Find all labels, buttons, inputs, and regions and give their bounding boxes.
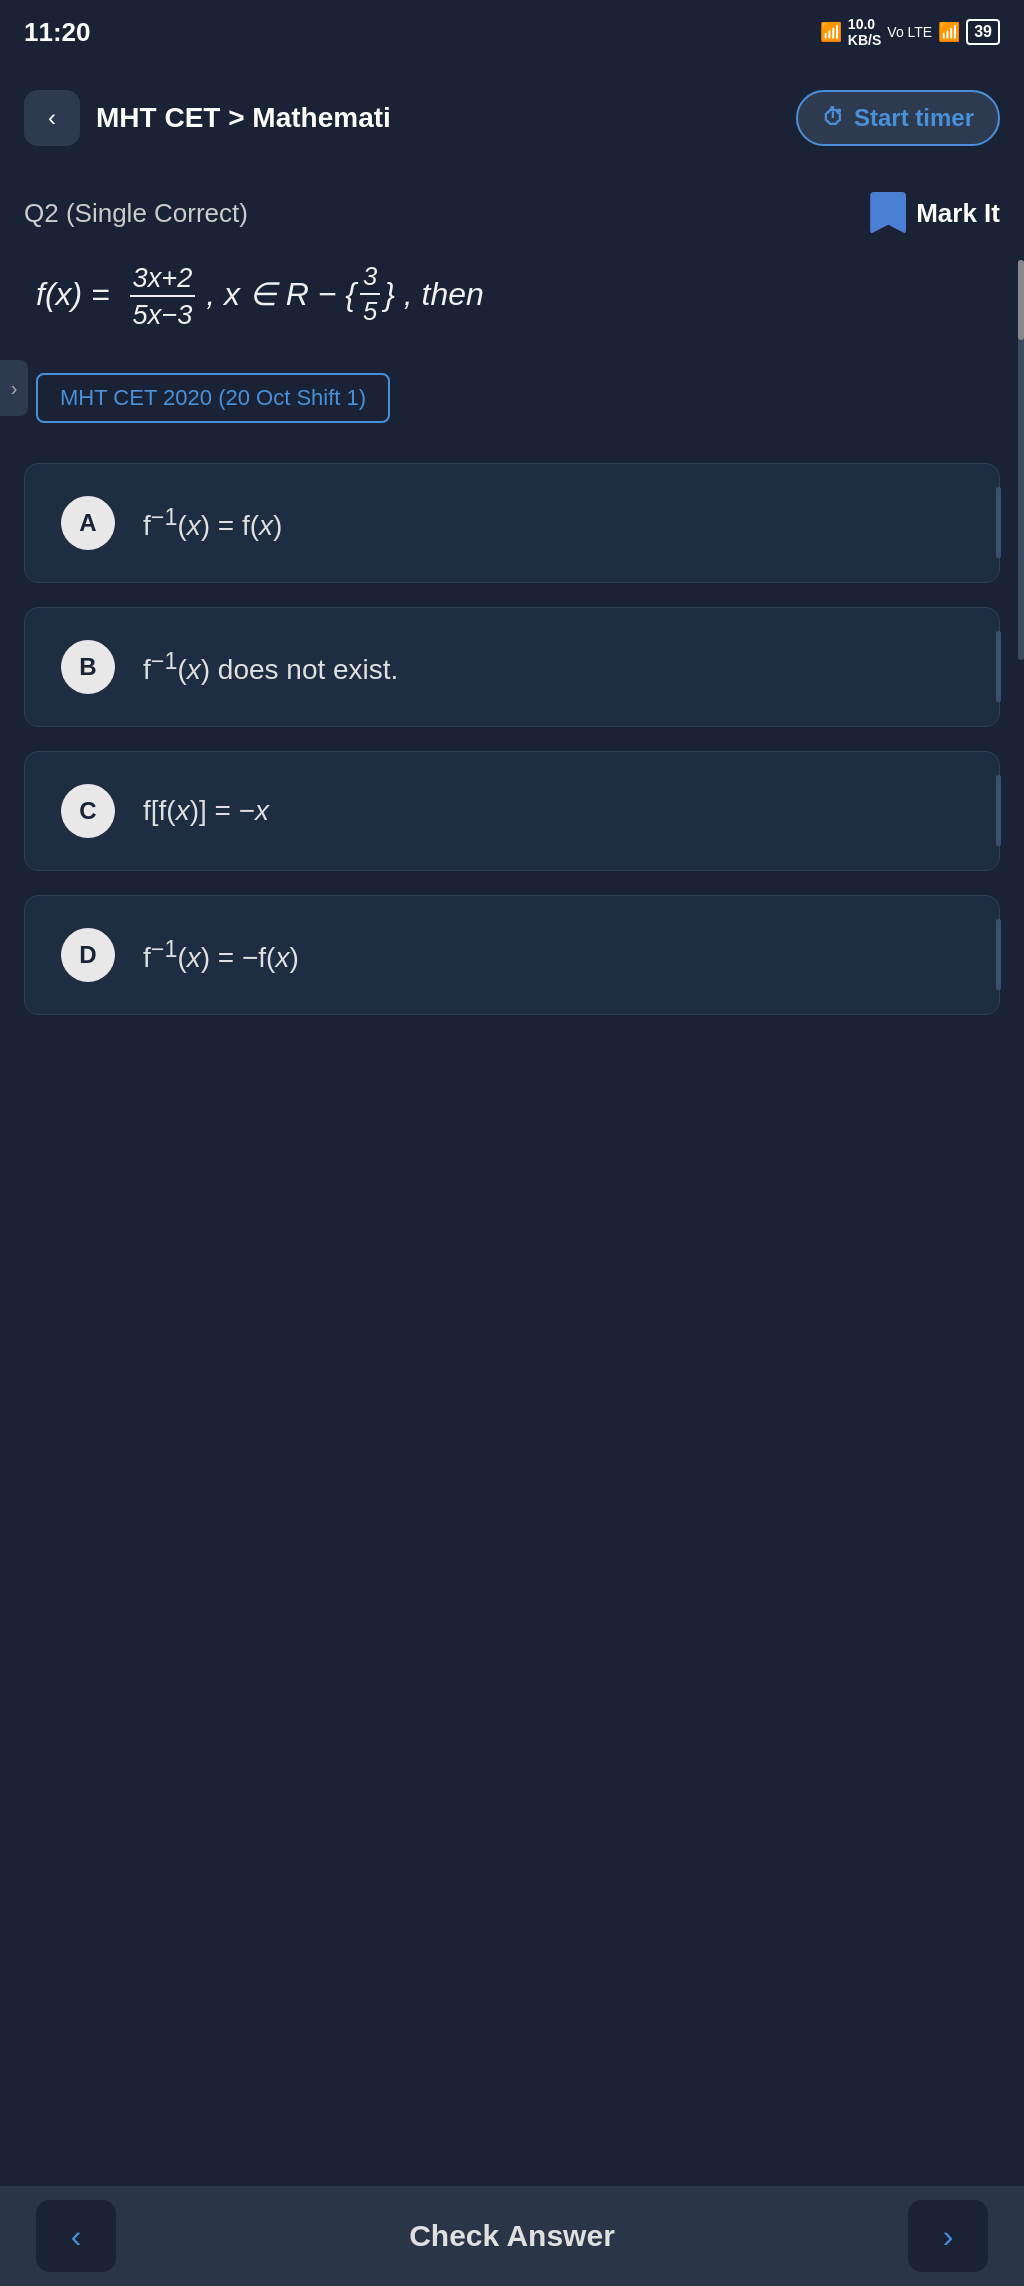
next-button[interactable]: › [908,2200,988,2272]
question-meta: Q2 (Single Correct) Mark It [0,176,1024,250]
option-c-label: C [61,784,115,838]
question-label: Q2 (Single Correct) [24,198,248,229]
check-answer-button[interactable]: Check Answer [409,2219,615,2253]
timer-label: Start timer [854,104,974,132]
math-fraction: 3x+2 5x−3 [130,260,196,333]
battery-indicator: 39 [966,19,1000,45]
bookmark-icon [870,192,906,234]
option-b-text: f−1(x) does not exist. [143,648,398,686]
option-b-label: B [61,640,115,694]
back-icon: ‹ [48,104,56,132]
check-answer-label: Check Answer [409,2219,615,2252]
mark-it-button[interactable]: Mark It [870,192,1000,234]
header: ‹ MHT CET > Mathemati ⏱ Start timer [0,70,1024,166]
option-b[interactable]: B f−1(x) does not exist. [24,607,1000,727]
question-content: f(x) = 3x+2 5x−3 , x ∈ R − { 3 5 } , the… [0,250,1024,353]
option-d[interactable]: D f−1(x) = −f(x) [24,895,1000,1015]
bottom-nav: ‹ Check Answer › [0,2186,1024,2286]
options-container: A f−1(x) = f(x) B f−1(x) does not exist.… [0,443,1024,1035]
network-icon: 📶 [938,21,960,43]
status-icons: 📶 10.0KB/S Vo LTE 📶 39 [820,16,1000,48]
option-c-text: f[f(x)] = −x [143,795,269,827]
prev-button[interactable]: ‹ [36,2200,116,2272]
timer-icon: ⏱ [822,105,844,131]
next-icon: › [943,2218,954,2255]
status-time: 11:20 [24,17,91,48]
data-icon: 10.0KB/S [848,16,881,48]
mark-it-label: Mark It [916,198,1000,229]
scroll-indicator [1018,260,1024,660]
back-button[interactable]: ‹ [24,90,80,146]
tag-badge: MHT CET 2020 (20 Oct Shift 1) [36,373,390,423]
option-d-text: f−1(x) = −f(x) [143,936,299,974]
side-arrow[interactable]: › [0,360,28,416]
option-c[interactable]: C f[f(x)] = −x [24,751,1000,871]
option-d-label: D [61,928,115,982]
scroll-thumb [1018,260,1024,340]
header-left: ‹ MHT CET > Mathemati [24,90,391,146]
signal-icon: 📶 [820,21,842,43]
question-tag: MHT CET 2020 (20 Oct Shift 1) [36,373,988,423]
start-timer-button[interactable]: ⏱ Start timer [796,90,1000,146]
option-a-label: A [61,496,115,550]
math-set: { 3 5 } [345,260,395,329]
lte-icon: Vo LTE [887,24,932,40]
status-bar: 11:20 📶 10.0KB/S Vo LTE 📶 39 [0,0,1024,60]
option-a[interactable]: A f−1(x) = f(x) [24,463,1000,583]
header-title: MHT CET > Mathemati [96,102,391,134]
question-function: f(x) = 3x+2 5x−3 , x ∈ R − { 3 5 } , the… [36,276,484,312]
option-a-text: f−1(x) = f(x) [143,504,282,542]
prev-icon: ‹ [71,2218,82,2255]
